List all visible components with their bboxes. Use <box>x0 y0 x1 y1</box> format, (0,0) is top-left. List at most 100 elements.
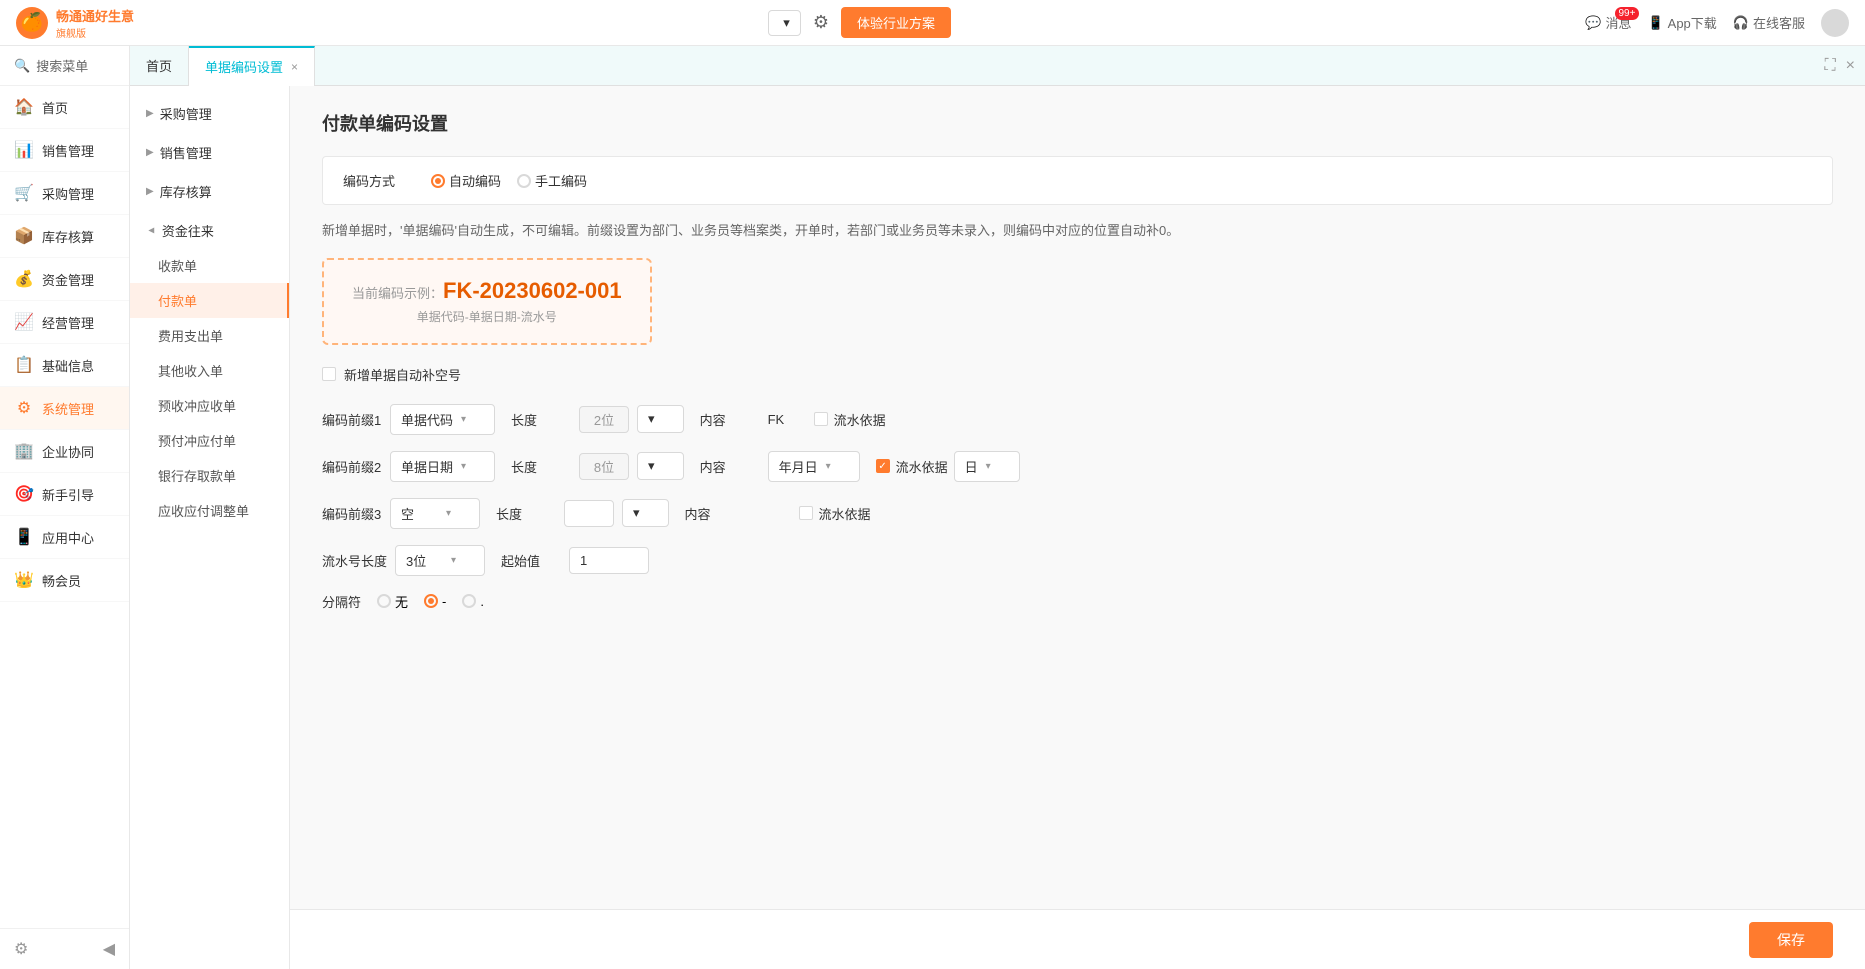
sidebar-item-home[interactable]: 🏠 首页 <box>0 86 129 129</box>
length3-unit-select[interactable]: ▾ <box>622 499 669 527</box>
sidebar-item-label: 资金管理 <box>42 270 94 289</box>
nav-item-advance-payable[interactable]: 预付冲应付单 <box>130 423 289 458</box>
save-button[interactable]: 保存 <box>1749 922 1833 958</box>
manual-encode-radio-btn[interactable] <box>517 174 531 188</box>
settings-button[interactable]: ⚙ <box>813 12 829 33</box>
auto-fill-row: 新增单据自动补空号 <box>322 365 1833 384</box>
tab-fullscreen-button[interactable]: ⛶ <box>1824 57 1835 75</box>
tab-actions: ⛶ × <box>1824 57 1865 75</box>
stream1-label: 流水依据 <box>834 410 886 429</box>
content2-select[interactable]: 年月日 ▾ <box>768 451 860 482</box>
nav-group-capital-title[interactable]: ▼ 资金往来 <box>130 213 289 248</box>
separator-label: 分隔符 <box>322 592 361 611</box>
app-download-button[interactable]: 📱 App下载 <box>1647 13 1716 32</box>
nav-item-expense[interactable]: 费用支出单 <box>130 318 289 353</box>
sep-dash-radio-btn[interactable] <box>424 594 438 608</box>
nav-group-purchase-arrow: ▶ <box>146 108 154 119</box>
purchase-icon: 🛒 <box>14 183 34 203</box>
encoding-method-label: 编码方式 <box>343 171 395 190</box>
prefix2-select[interactable]: 单据日期 ▾ <box>390 451 495 482</box>
sidebar-item-purchase[interactable]: 🛒 采购管理 <box>0 172 129 215</box>
content1-field: 内容 FK <box>700 410 798 429</box>
sidebar-item-member[interactable]: 👑 畅会员 <box>0 559 129 602</box>
content2-field: 内容 年月日 ▾ <box>700 451 860 482</box>
sidebar-item-label: 企业协同 <box>42 442 94 461</box>
sidebar-settings-button[interactable]: ⚙ <box>14 939 28 959</box>
workspace-dropdown[interactable]: ▾ <box>768 10 801 36</box>
messages-button[interactable]: 💬 消息 99+ <box>1585 13 1631 32</box>
capital-icon: 💰 <box>14 269 34 289</box>
nav-group-sales-arrow: ▶ <box>146 147 154 158</box>
sidebar-item-system[interactable]: ⚙ 系统管理 <box>0 387 129 430</box>
stream2-label: 流水依据 <box>896 457 948 476</box>
sep-none-radio-btn[interactable] <box>377 594 391 608</box>
sidebar-item-basic[interactable]: 📋 基础信息 <box>0 344 129 387</box>
sidebar-item-capital[interactable]: 💰 资金管理 <box>0 258 129 301</box>
nav-group-sales-title[interactable]: ▶ 销售管理 <box>130 135 289 170</box>
start-value-input[interactable] <box>569 547 649 574</box>
content3-field: 内容 <box>685 504 783 523</box>
length2-label: 长度 <box>511 457 571 476</box>
nav-group-purchase-title[interactable]: ▶ 采购管理 <box>130 96 289 131</box>
sidebar-item-enterprise[interactable]: 🏢 企业协同 <box>0 430 129 473</box>
length1-unit-select[interactable]: ▾ <box>637 405 684 433</box>
separator-row: 分隔符 无 - . <box>322 592 1833 611</box>
prefix3-select[interactable]: 空 ▾ <box>390 498 480 529</box>
search-menu-label: 搜索菜单 <box>36 56 88 75</box>
sep-none-radio[interactable]: 无 <box>377 592 408 611</box>
online-service-button[interactable]: 🎧 在线客服 <box>1733 13 1805 32</box>
tab-home[interactable]: 首页 <box>130 46 189 86</box>
secondary-nav: ▶ 采购管理 ▶ 销售管理 ▶ 库存核算 <box>130 86 290 969</box>
trial-button[interactable]: 体验行业方案 <box>841 7 951 38</box>
nav-item-receipt[interactable]: 收款单 <box>130 248 289 283</box>
nav-item-advance-receivable[interactable]: 预收冲应收单 <box>130 388 289 423</box>
tab-window-close-button[interactable]: × <box>1846 57 1855 75</box>
sidebar: 🔍 搜索菜单 🏠 首页 📊 销售管理 🛒 采购管理 📦 库存核算 💰 资金管理 … <box>0 46 130 969</box>
length1-input[interactable] <box>579 406 629 433</box>
sep-dot-radio-btn[interactable] <box>462 594 476 608</box>
sidebar-collapse-button[interactable]: ◀ <box>103 939 115 959</box>
stream3-checkbox[interactable] <box>799 506 813 520</box>
sep-dash-label: - <box>442 594 446 609</box>
nav-group-capital-label: 资金往来 <box>162 221 214 240</box>
prefix1-select[interactable]: 单据代码 ▾ <box>390 404 495 435</box>
home-icon: 🏠 <box>14 97 34 117</box>
length2-input[interactable] <box>579 453 629 480</box>
stream2-unit: 日 <box>965 457 978 476</box>
length2-unit-select[interactable]: ▾ <box>637 452 684 480</box>
length3-input[interactable] <box>564 500 614 527</box>
auto-encode-radio-btn[interactable] <box>431 174 445 188</box>
auto-fill-checkbox[interactable] <box>322 367 336 381</box>
sidebar-item-label: 新手引导 <box>42 485 94 504</box>
nav-item-payable-adjustment[interactable]: 应收应付调整单 <box>130 493 289 528</box>
stream2-unit-select[interactable]: 日 ▾ <box>954 451 1020 482</box>
stream2-checkbox[interactable] <box>876 459 890 473</box>
sidebar-item-newbie[interactable]: 🎯 新手引导 <box>0 473 129 516</box>
nav-item-other-income[interactable]: 其他收入单 <box>130 353 289 388</box>
nav-item-payment[interactable]: 付款单 <box>130 283 289 318</box>
sep-dash-radio[interactable]: - <box>424 594 446 609</box>
length3-field: 长度 ▾ <box>496 499 669 527</box>
top-center: ▾ ⚙ 体验行业方案 <box>768 7 951 38</box>
sidebar-item-label: 首页 <box>42 98 68 117</box>
sep-none-label: 无 <box>395 592 408 611</box>
manual-encode-radio[interactable]: 手工编码 <box>517 171 587 190</box>
search-menu[interactable]: 🔍 搜索菜单 <box>0 46 129 86</box>
serial-length-select[interactable]: 3位 ▾ <box>395 545 485 576</box>
sidebar-item-operations[interactable]: 📈 经营管理 <box>0 301 129 344</box>
nav-group-capital-arrow: ▼ <box>145 226 156 236</box>
avatar[interactable] <box>1821 9 1849 37</box>
sidebar-item-apps[interactable]: 📱 应用中心 <box>0 516 129 559</box>
top-right: 💬 消息 99+ 📱 App下载 🎧 在线客服 <box>1585 9 1849 37</box>
nav-item-bank-deposit[interactable]: 银行存取款单 <box>130 458 289 493</box>
nav-group-inventory-title[interactable]: ▶ 库存核算 <box>130 174 289 209</box>
tab-close-icon[interactable]: × <box>291 60 298 74</box>
sep-dot-radio[interactable]: . <box>462 594 484 609</box>
sidebar-item-sales[interactable]: 📊 销售管理 <box>0 129 129 172</box>
tab-encoding[interactable]: 单据编码设置 × <box>189 46 315 86</box>
prefix2-row: 编码前缀2 单据日期 ▾ 长度 ▾ <box>322 451 1833 482</box>
sidebar-item-inventory[interactable]: 📦 库存核算 <box>0 215 129 258</box>
stream1-checkbox[interactable] <box>814 412 828 426</box>
nav-group-inventory-arrow: ▶ <box>146 186 154 197</box>
auto-encode-radio[interactable]: 自动编码 <box>431 171 501 190</box>
